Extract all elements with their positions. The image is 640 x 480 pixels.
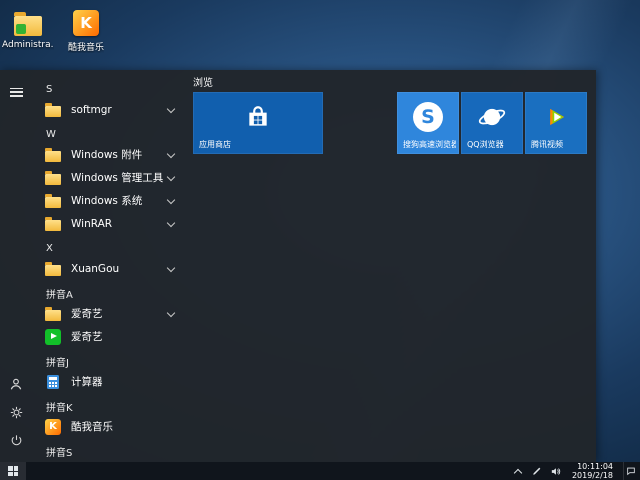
app-label: WinRAR — [71, 218, 167, 230]
system-tray: 10:11:04 2019/2/18 — [512, 462, 640, 480]
desktop-icon-area: Administra... K 酷我音乐 — [2, 8, 112, 53]
clock-time: 10:11:04 — [572, 462, 613, 471]
qq-browser-icon — [462, 93, 522, 141]
app-list-folder-windows-admin-tools[interactable]: Windows 管理工具 — [32, 166, 184, 189]
chevron-down-icon[interactable] — [167, 309, 176, 318]
desktop-icon-label: Administra... — [2, 40, 54, 50]
windows-logo-icon — [8, 466, 18, 476]
tile-label: 应用商店 — [199, 139, 320, 150]
folder-icon — [44, 193, 62, 209]
gear-icon[interactable] — [6, 402, 26, 422]
admin-folder-icon — [13, 8, 43, 38]
pen-icon[interactable] — [531, 465, 543, 477]
folder-icon — [44, 216, 62, 232]
tile-microsoft-store[interactable]: 应用商店 — [193, 92, 323, 154]
app-label: Windows 管理工具 — [71, 170, 167, 185]
app-list-folder-windows-accessories[interactable]: Windows 附件 — [32, 143, 184, 166]
section-header-S[interactable]: S — [32, 80, 184, 98]
section-header-pinyin-S[interactable]: 拼音S — [32, 442, 184, 460]
app-list-item-calculator[interactable]: 计算器 — [32, 370, 184, 393]
start-menu: S softmgr W Windows 附件 Windows 管理工具 — [0, 70, 596, 462]
taskbar-clock[interactable]: 10:11:04 2019/2/18 — [569, 462, 616, 480]
folder-icon — [44, 306, 62, 322]
start-button[interactable] — [0, 462, 26, 480]
section-letter: 拼音A — [46, 286, 73, 301]
desktop-icon-label: 酷我音乐 — [68, 40, 104, 53]
app-list-folder-windows-system[interactable]: Windows 系统 — [32, 189, 184, 212]
app-label: softmgr — [71, 104, 167, 116]
tile-tencent-video[interactable]: 腾讯视频 — [525, 92, 587, 154]
user-icon[interactable] — [6, 374, 26, 394]
app-list-folder-iqiyi[interactable]: 爱奇艺 — [32, 302, 184, 325]
app-label: XuanGou — [71, 263, 167, 275]
tile-sogou-browser[interactable]: S 搜狗高速浏览器 — [397, 92, 459, 154]
chevron-down-icon[interactable] — [167, 150, 176, 159]
folder-icon — [44, 261, 62, 277]
section-header-W[interactable]: W — [32, 125, 184, 143]
tencent-video-icon — [526, 93, 586, 141]
microsoft-store-icon — [194, 93, 322, 141]
tile-group-label[interactable]: 浏览 — [193, 74, 596, 88]
chevron-down-icon[interactable] — [167, 219, 176, 228]
start-menu-rail — [0, 70, 32, 462]
folder-icon — [44, 170, 62, 186]
chevron-down-icon[interactable] — [167, 105, 176, 114]
section-letter: 拼音K — [46, 399, 73, 414]
app-list-folder-winrar[interactable]: WinRAR — [32, 212, 184, 235]
taskbar: 10:11:04 2019/2/18 — [0, 462, 640, 480]
tile-qq-browser[interactable]: QQ浏览器 — [461, 92, 523, 154]
hidden-icons-chevron[interactable] — [512, 465, 524, 477]
sogou-browser-icon: S — [398, 93, 458, 141]
power-icon[interactable] — [6, 430, 26, 450]
section-letter: 拼音S — [46, 444, 72, 459]
tile-label: QQ浏览器 — [467, 139, 520, 150]
clock-date: 2019/2/18 — [572, 471, 613, 480]
section-header-pinyin-J[interactable]: 拼音J — [32, 352, 184, 370]
tile-row: 应用商店 S 搜狗高速浏览器 QQ浏览器 — [193, 92, 596, 154]
chevron-down-icon[interactable] — [167, 264, 176, 273]
hamburger-icon[interactable] — [6, 82, 26, 102]
app-label: 爱奇艺 — [71, 306, 167, 321]
app-label: Windows 系统 — [71, 193, 167, 208]
section-header-pinyin-K[interactable]: 拼音K — [32, 397, 184, 415]
section-header-pinyin-A[interactable]: 拼音A — [32, 284, 184, 302]
folder-icon — [44, 147, 62, 163]
chevron-down-icon[interactable] — [167, 196, 176, 205]
app-label: Windows 附件 — [71, 147, 167, 162]
app-label: 爱奇艺 — [71, 329, 176, 344]
app-list-item-kuwo-music[interactable]: K 酷我音乐 — [32, 415, 184, 438]
kuwo-music-icon: K — [44, 419, 62, 435]
kuwo-music-icon: K — [71, 8, 101, 38]
section-letter: W — [46, 129, 56, 140]
volume-icon[interactable] — [550, 465, 562, 477]
tile-label: 搜狗高速浏览器 — [403, 139, 456, 150]
section-letter: X — [46, 243, 53, 254]
app-label: 计算器 — [71, 374, 176, 389]
desktop-icon-administrator[interactable]: Administra... — [2, 8, 54, 53]
app-list-item-iqiyi[interactable]: 爱奇艺 — [32, 325, 184, 348]
calculator-icon — [44, 374, 62, 390]
section-letter: 拼音J — [46, 354, 69, 369]
desktop-icon-kuwo-music[interactable]: K 酷我音乐 — [60, 8, 112, 53]
section-header-X[interactable]: X — [32, 239, 184, 257]
tile-label: 腾讯视频 — [531, 139, 584, 150]
iqiyi-icon — [44, 329, 62, 345]
start-menu-app-list: S softmgr W Windows 附件 Windows 管理工具 — [32, 70, 184, 462]
desktop[interactable]: Administra... K 酷我音乐 — [0, 0, 640, 480]
section-letter: S — [46, 84, 52, 95]
start-menu-tiles: 浏览 应用商店 — [184, 70, 596, 462]
app-list-folder-xuangou[interactable]: XuanGou — [32, 257, 184, 280]
chevron-down-icon[interactable] — [167, 173, 176, 182]
app-list-folder-softmgr[interactable]: softmgr — [32, 98, 184, 121]
action-center-icon[interactable] — [623, 462, 637, 480]
app-label: 酷我音乐 — [71, 419, 176, 434]
folder-icon — [44, 102, 62, 118]
